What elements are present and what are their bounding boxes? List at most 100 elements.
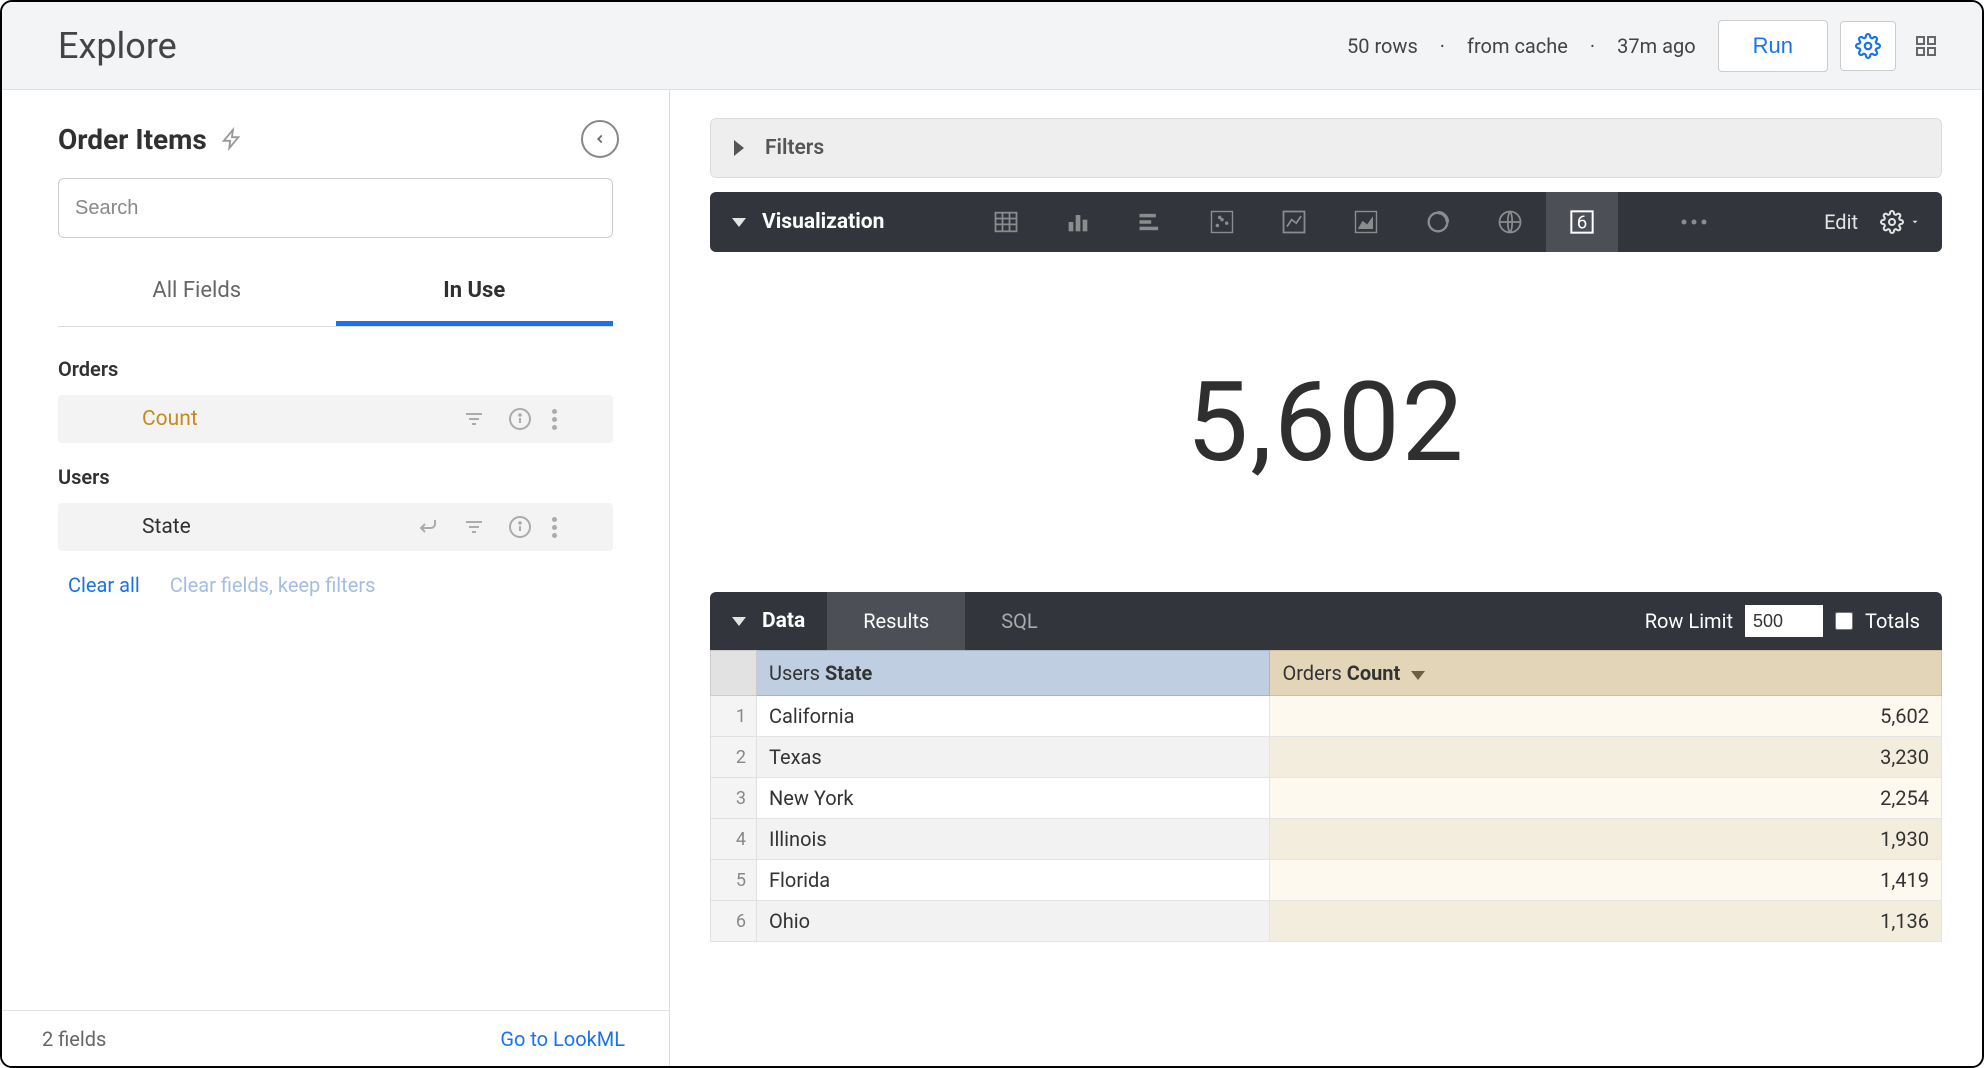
td-count[interactable]: 1,136 — [1270, 901, 1942, 942]
field-count-label: Count — [142, 407, 460, 431]
viz-single-value-icon[interactable]: 6 — [1546, 192, 1618, 252]
viz-scatter-icon[interactable] — [1186, 192, 1258, 252]
table-row: 3 New York 2,254 — [711, 778, 1942, 819]
data-bar: Data Results SQL Row Limit Totals — [710, 592, 1942, 650]
th-users-state[interactable]: Users State — [757, 651, 1270, 696]
pivot-icon[interactable] — [414, 513, 442, 541]
viz-edit-actions: Edit — [1824, 210, 1920, 234]
field-state-actions — [414, 513, 557, 541]
tab-in-use[interactable]: In Use — [336, 260, 614, 326]
topbar-right: 50 rows · from cache · 37m ago Run — [1347, 20, 1942, 72]
table-row: 1 California 5,602 — [711, 696, 1942, 737]
data-table: Users State Orders Count 1 California 5,… — [710, 650, 1942, 942]
viz-line-icon[interactable] — [1258, 192, 1330, 252]
kebab-icon[interactable] — [552, 409, 557, 430]
td-rownum: 3 — [711, 778, 757, 819]
totals-checkbox[interactable] — [1835, 612, 1853, 630]
sidebar-header: Order Items — [2, 90, 669, 178]
td-count[interactable]: 3,230 — [1270, 737, 1942, 778]
sidebar: Order Items All Fields In Use — [2, 90, 670, 1066]
td-state[interactable]: Illinois — [757, 819, 1270, 860]
viz-bar-icon[interactable] — [1042, 192, 1114, 252]
visualization-bar: Visualization 6 Edit — [710, 192, 1942, 252]
td-state[interactable]: California — [757, 696, 1270, 737]
viz-area-icon[interactable] — [1330, 192, 1402, 252]
page-title: Explore — [58, 25, 177, 67]
status-age: 37m ago — [1617, 34, 1696, 58]
table-header-row: Users State Orders Count — [711, 651, 1942, 696]
th-meas-prefix: Orders — [1282, 661, 1346, 685]
settings-button[interactable] — [1840, 21, 1896, 71]
field-list: Orders Count Users — [2, 327, 669, 1010]
td-state[interactable]: New York — [757, 778, 1270, 819]
field-count-actions — [460, 405, 557, 433]
clear-fields-link[interactable]: Clear fields, keep filters — [170, 573, 376, 597]
field-state-label: State — [142, 515, 414, 539]
go-to-lookml-link[interactable]: Go to LookML — [500, 1027, 625, 1051]
td-rownum: 4 — [711, 819, 757, 860]
viz-donut-icon[interactable] — [1402, 192, 1474, 252]
caret-right-icon — [734, 140, 748, 156]
gear-icon — [1855, 33, 1881, 59]
field-state[interactable]: State — [58, 503, 613, 551]
table-row: 4 Illinois 1,930 — [711, 819, 1942, 860]
app-root: Explore 50 rows · from cache · 37m ago R… — [0, 0, 1984, 1068]
info-icon[interactable] — [506, 513, 534, 541]
filter-icon[interactable] — [460, 513, 488, 541]
caret-down-icon[interactable] — [732, 218, 746, 227]
status-cache: from cache — [1467, 34, 1568, 58]
viz-more-icon[interactable] — [1658, 192, 1730, 252]
row-limit-label: Row Limit — [1645, 609, 1733, 633]
th-orders-count[interactable]: Orders Count — [1270, 651, 1942, 696]
data-label: Data — [762, 609, 805, 633]
viz-edit-button[interactable]: Edit — [1824, 210, 1858, 234]
tab-results[interactable]: Results — [827, 592, 965, 650]
tab-all-fields[interactable]: All Fields — [58, 260, 336, 326]
run-button[interactable]: Run — [1718, 20, 1828, 72]
status-rows: 50 rows — [1347, 34, 1418, 58]
main: Order Items All Fields In Use — [2, 90, 1982, 1066]
viz-settings-button[interactable] — [1880, 210, 1920, 234]
visualization-label: Visualization — [762, 210, 884, 234]
table-row: 5 Florida 1,419 — [711, 860, 1942, 901]
data-left: Data — [710, 609, 827, 633]
data-right: Row Limit Totals — [1645, 605, 1942, 637]
row-limit-input[interactable] — [1745, 605, 1823, 637]
td-count[interactable]: 1,930 — [1270, 819, 1942, 860]
sidebar-title: Order Items — [58, 123, 243, 156]
viz-column-icon[interactable] — [1114, 192, 1186, 252]
td-state[interactable]: Florida — [757, 860, 1270, 901]
th-dim-name: State — [825, 661, 872, 685]
caret-down-icon[interactable] — [732, 617, 746, 626]
td-rownum: 2 — [711, 737, 757, 778]
td-state[interactable]: Ohio — [757, 901, 1270, 942]
field-tabs: All Fields In Use — [58, 260, 613, 327]
totals-label: Totals — [1865, 609, 1920, 633]
search-input[interactable] — [58, 178, 613, 238]
td-count[interactable]: 1,419 — [1270, 860, 1942, 901]
clear-all-link[interactable]: Clear all — [68, 573, 140, 597]
filters-bar[interactable]: Filters — [710, 118, 1942, 178]
chevron-left-icon — [593, 132, 607, 146]
th-meas-name: Count — [1347, 661, 1401, 685]
info-icon[interactable] — [506, 405, 534, 433]
status-sep1: · — [1440, 34, 1445, 58]
td-count[interactable]: 2,254 — [1270, 778, 1942, 819]
collapse-sidebar-button[interactable] — [581, 120, 619, 158]
filter-icon[interactable] — [460, 405, 488, 433]
field-count[interactable]: Count — [58, 395, 613, 443]
table-row: 6 Ohio 1,136 — [711, 901, 1942, 942]
footer-field-count: 2 fields — [42, 1027, 106, 1051]
dashboard-grid-button[interactable] — [1910, 30, 1942, 62]
kebab-icon[interactable] — [552, 517, 557, 538]
tab-sql[interactable]: SQL — [965, 592, 1073, 650]
th-dim-prefix: Users — [769, 661, 825, 685]
td-rownum: 5 — [711, 860, 757, 901]
viz-table-icon[interactable] — [970, 192, 1042, 252]
viz-map-icon[interactable] — [1474, 192, 1546, 252]
td-count[interactable]: 5,602 — [1270, 696, 1942, 737]
sidebar-title-text: Order Items — [58, 123, 207, 156]
search-wrap — [2, 178, 669, 260]
td-state[interactable]: Texas — [757, 737, 1270, 778]
grid-icon — [1914, 34, 1938, 58]
